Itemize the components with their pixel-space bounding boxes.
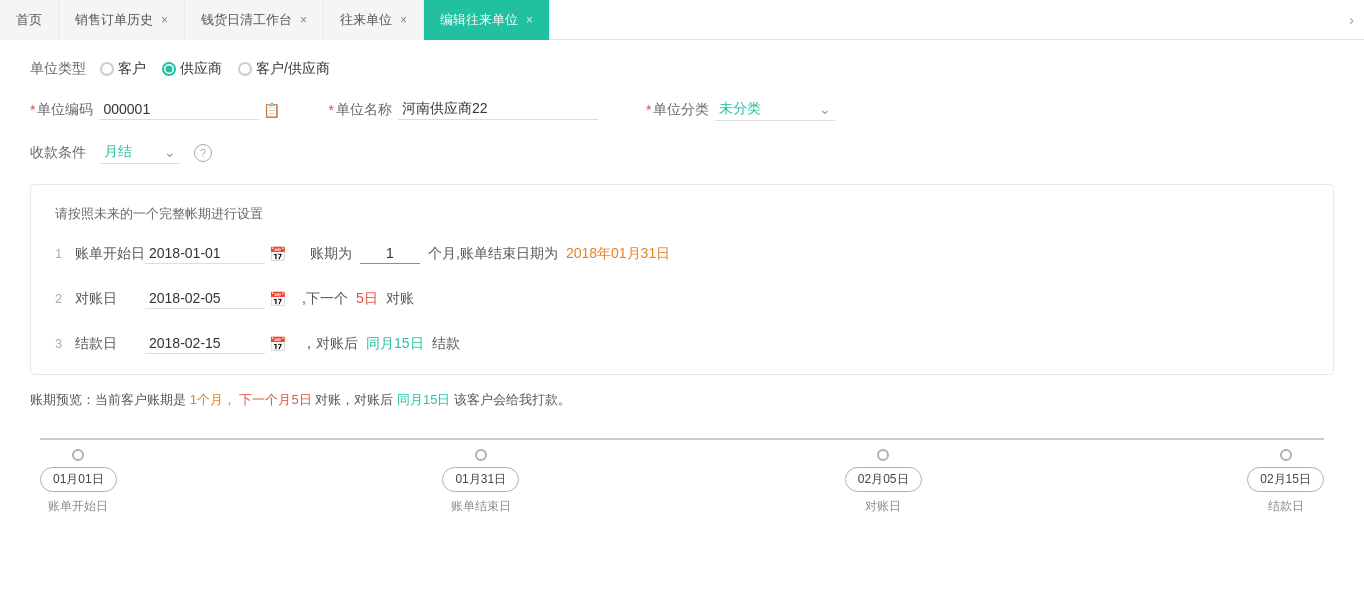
tab-nav-arrow[interactable]: › bbox=[1339, 0, 1364, 40]
unit-code-input[interactable] bbox=[99, 99, 259, 120]
timeline-badge-1: 01月01日 bbox=[40, 467, 117, 492]
radio-circle-customer bbox=[100, 62, 114, 76]
period-end-date-highlight: 2018年01月31日 bbox=[566, 245, 670, 263]
tab-edit-partner[interactable]: 编辑往来单位 × bbox=[424, 0, 550, 40]
radio-circle-supplier bbox=[162, 62, 176, 76]
period-start-label: 账单开始日 bbox=[75, 245, 145, 263]
period-payment-day: 同月15日 bbox=[366, 335, 424, 353]
period-reconcile-date[interactable] bbox=[145, 288, 265, 309]
unit-category-select[interactable]: 未分类 ⌄ bbox=[715, 98, 835, 121]
period-payment-calendar-icon[interactable]: 📅 bbox=[269, 336, 286, 352]
timeline-point-1: 01月01日 账单开始日 bbox=[40, 449, 117, 515]
unit-code-label: 单位编码 bbox=[37, 101, 93, 119]
period-start-date[interactable] bbox=[145, 243, 265, 264]
timeline-badge-3: 02月05日 bbox=[845, 467, 922, 492]
preview-payment-day: 同月15日 bbox=[397, 392, 450, 407]
tab-partners[interactable]: 往来单位 × bbox=[324, 0, 424, 40]
preview-reconcile-text: 对账，对账后 bbox=[315, 392, 393, 407]
timeline-wrapper: 01月01日 账单开始日 01月31日 账单结束日 02月05日 对账日 02月… bbox=[30, 429, 1334, 515]
period-reconcile-day: 5日 bbox=[356, 290, 378, 308]
period-row-num-2: 2 bbox=[55, 291, 75, 306]
required-star-code: * bbox=[30, 102, 35, 118]
tab-home[interactable]: 首页 bbox=[0, 0, 59, 40]
radio-customer[interactable]: 客户 bbox=[100, 60, 146, 78]
close-cashflow[interactable]: × bbox=[300, 13, 307, 27]
required-star-name: * bbox=[328, 102, 333, 118]
period-row-num-3: 3 bbox=[55, 336, 75, 351]
timeline-badge-4: 02月15日 bbox=[1247, 467, 1324, 492]
tab-cashflow[interactable]: 钱货日清工作台 × bbox=[185, 0, 324, 40]
timeline-label-2: 账单结束日 bbox=[451, 498, 511, 515]
period-months-input[interactable] bbox=[360, 243, 420, 264]
period-box-title: 请按照未来的一个完整帐期进行设置 bbox=[55, 205, 1309, 223]
unit-type-label: 单位类型 bbox=[30, 60, 86, 78]
preview-months: 1个月， bbox=[190, 392, 236, 407]
preview-reconcile-day: 下一个月5日 bbox=[239, 392, 311, 407]
period-row-1: 1 账单开始日 📅 账期为 个月,账单结束日期为 2018年01月31日 bbox=[55, 243, 1309, 264]
timeline-label-4: 结款日 bbox=[1268, 498, 1304, 515]
close-sales-history[interactable]: × bbox=[161, 13, 168, 27]
radio-supplier[interactable]: 供应商 bbox=[162, 60, 222, 78]
preview-section: 账期预览：当前客户账期是 1个月， 下一个月5日 对账，对账后 同月15日 该客… bbox=[30, 391, 1334, 409]
timeline-point-4: 02月15日 结款日 bbox=[1247, 449, 1324, 515]
unit-category-value: 未分类 bbox=[719, 100, 813, 118]
timeline-badge-2: 01月31日 bbox=[442, 467, 519, 492]
period-reconcile-suffix: 对账 bbox=[386, 290, 414, 308]
timeline-dot-2 bbox=[475, 449, 487, 461]
copy-icon[interactable]: 📋 bbox=[263, 102, 280, 118]
timeline-dot-3 bbox=[877, 449, 889, 461]
period-unit: 个月,账单结束日期为 bbox=[428, 245, 558, 263]
required-star-category: * bbox=[646, 102, 651, 118]
payment-terms-value: 月结 bbox=[104, 143, 158, 161]
unit-name-group: * 单位名称 bbox=[328, 99, 597, 120]
timeline-dot-4 bbox=[1280, 449, 1292, 461]
period-payment-label: 结款日 bbox=[75, 335, 145, 353]
period-payment-prefix: ，对账后 bbox=[302, 335, 358, 353]
timeline-dot-1 bbox=[72, 449, 84, 461]
preview-end-text: 该客户会给我打款。 bbox=[454, 392, 571, 407]
tab-sales-history[interactable]: 销售订单历史 × bbox=[59, 0, 185, 40]
radio-circle-customer-supplier bbox=[238, 62, 252, 76]
payment-terms-dropdown-arrow: ⌄ bbox=[164, 144, 176, 160]
timeline-point-2: 01月31日 账单结束日 bbox=[442, 449, 519, 515]
period-reconcile-calendar-icon[interactable]: 📅 bbox=[269, 291, 286, 307]
radio-label-customer-supplier: 客户/供应商 bbox=[256, 60, 330, 78]
unit-type-row: 单位类型 客户 供应商 客户/供应商 bbox=[30, 60, 1334, 78]
preview-label: 账期预览：当前客户账期是 bbox=[30, 392, 186, 407]
payment-terms-row: 收款条件 月结 ⌄ ? bbox=[30, 141, 1334, 164]
unit-category-group: * 单位分类 未分类 ⌄ bbox=[646, 98, 835, 121]
unit-type-radio-group: 客户 供应商 客户/供应商 bbox=[100, 60, 330, 78]
radio-label-supplier: 供应商 bbox=[180, 60, 222, 78]
period-row-2: 2 对账日 📅 ,下一个 5日 对账 bbox=[55, 288, 1309, 309]
category-dropdown-arrow: ⌄ bbox=[819, 101, 831, 117]
unit-info-row: * 单位编码 📋 * 单位名称 * 单位分类 未分类 ⌄ bbox=[30, 98, 1334, 121]
page-content: 单位类型 客户 供应商 客户/供应商 * 单位编码 📋 * 单位名称 bbox=[0, 40, 1364, 608]
period-settings-box: 请按照未来的一个完整帐期进行设置 1 账单开始日 📅 账期为 个月,账单结束日期… bbox=[30, 184, 1334, 375]
unit-name-label: 单位名称 bbox=[336, 101, 392, 119]
radio-customer-supplier[interactable]: 客户/供应商 bbox=[238, 60, 330, 78]
period-row-num-1: 1 bbox=[55, 246, 75, 261]
period-reconcile-prefix: ,下一个 bbox=[302, 290, 348, 308]
period-reconcile-label: 对账日 bbox=[75, 290, 145, 308]
unit-name-input[interactable] bbox=[398, 99, 598, 120]
period-start-suffix: 账期为 bbox=[310, 245, 352, 263]
period-start-calendar-icon[interactable]: 📅 bbox=[269, 246, 286, 262]
radio-label-customer: 客户 bbox=[118, 60, 146, 78]
period-payment-suffix: 结款 bbox=[432, 335, 460, 353]
period-row-3: 3 结款日 📅 ，对账后 同月15日 结款 bbox=[55, 333, 1309, 354]
close-partners[interactable]: × bbox=[400, 13, 407, 27]
help-icon[interactable]: ? bbox=[194, 144, 212, 162]
payment-terms-select[interactable]: 月结 ⌄ bbox=[100, 141, 180, 164]
timeline-label-3: 对账日 bbox=[865, 498, 901, 515]
period-payment-date[interactable] bbox=[145, 333, 265, 354]
payment-terms-label: 收款条件 bbox=[30, 144, 86, 162]
unit-category-label: 单位分类 bbox=[653, 101, 709, 119]
timeline-label-1: 账单开始日 bbox=[48, 498, 108, 515]
timeline-point-3: 02月05日 对账日 bbox=[845, 449, 922, 515]
close-edit-partner[interactable]: × bbox=[526, 13, 533, 27]
tabs-bar: 首页 销售订单历史 × 钱货日清工作台 × 往来单位 × 编辑往来单位 × › bbox=[0, 0, 1364, 40]
unit-code-group: * 单位编码 📋 bbox=[30, 99, 280, 120]
